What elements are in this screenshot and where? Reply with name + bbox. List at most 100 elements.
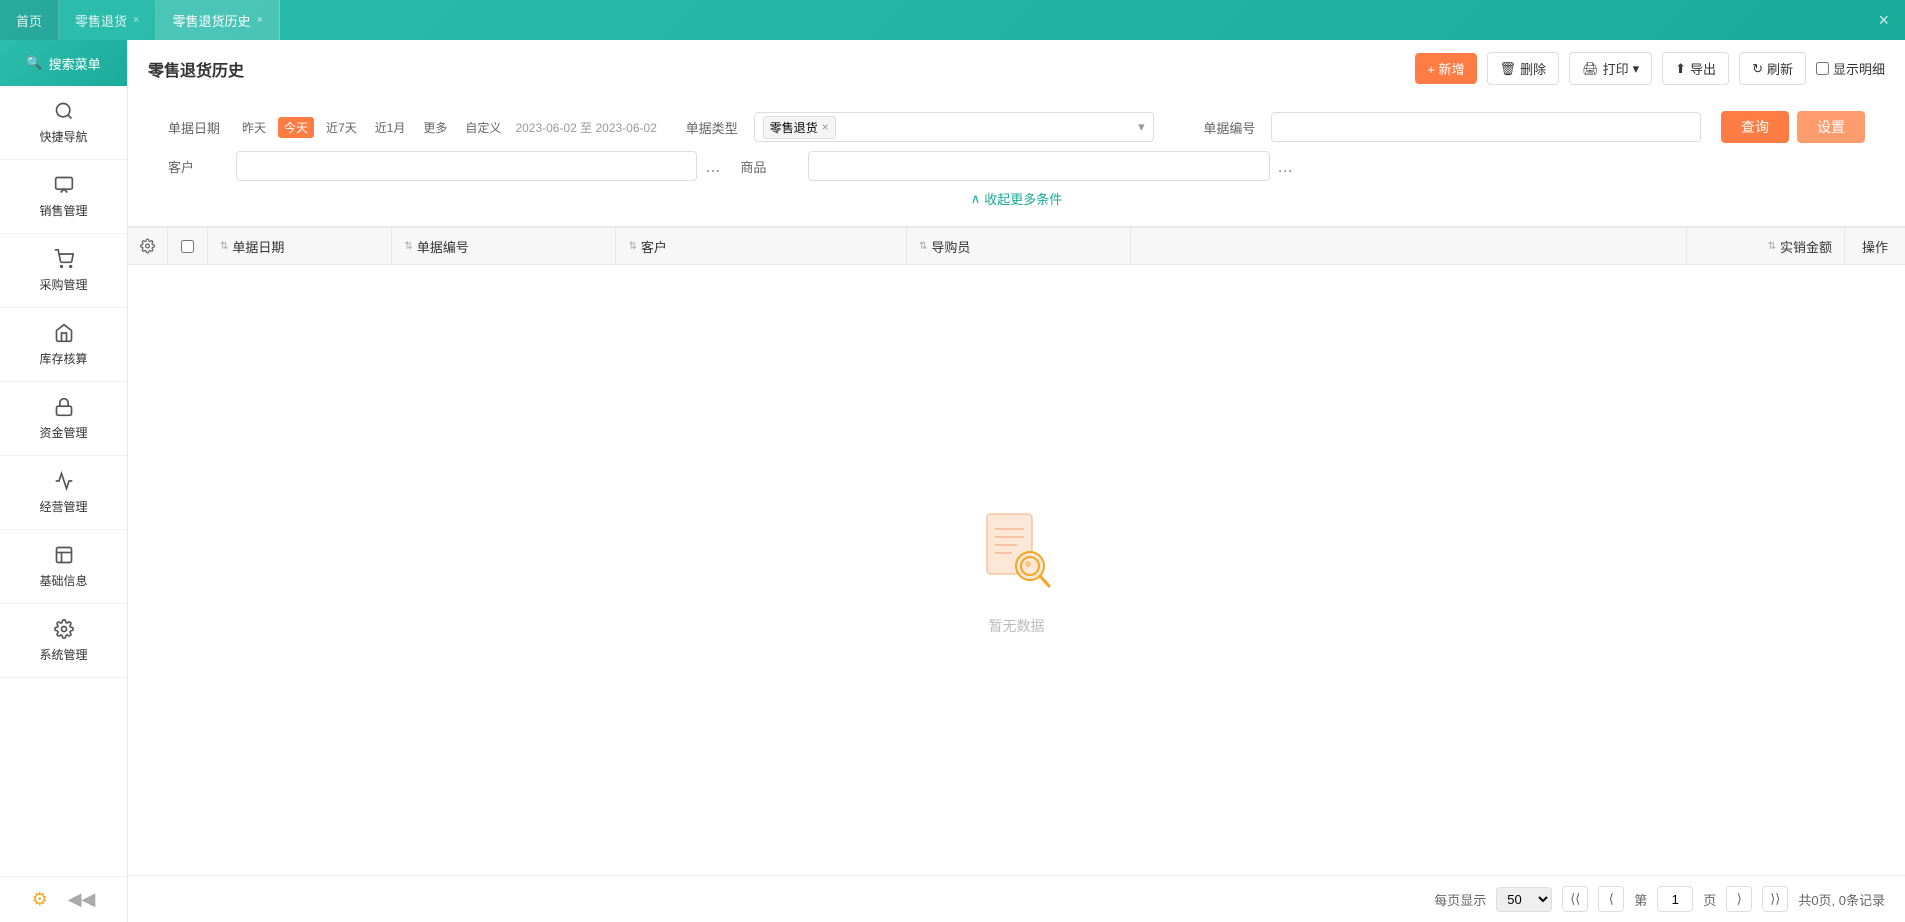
date-btn-1month[interactable]: 近1月 bbox=[369, 117, 412, 138]
tab-retail-return[interactable]: 零售退货 × bbox=[59, 0, 156, 40]
audio-bottom-icon[interactable]: ◀◀ bbox=[68, 889, 96, 910]
print-dropdown-icon: ▾ bbox=[1633, 61, 1640, 77]
sort-amount-icon: ⇅ bbox=[1768, 241, 1776, 252]
sidebar-item-sales-label: 销售管理 bbox=[39, 202, 87, 219]
customer-ellipsis-btn[interactable]: ... bbox=[705, 156, 720, 177]
sidebar-item-purchase[interactable]: 采购管理 bbox=[0, 234, 127, 308]
tab-retail-return-history-close[interactable]: × bbox=[256, 14, 262, 26]
sidebar-bottom: ⚙ ◀◀ bbox=[0, 876, 127, 922]
th-amount[interactable]: ⇅ 实销金额 bbox=[1687, 228, 1845, 264]
query-button[interactable]: 查询 bbox=[1721, 111, 1789, 143]
collapse-filter-button[interactable]: ∧ 收起更多条件 bbox=[148, 185, 1885, 216]
date-filter-label: 单据日期 bbox=[168, 118, 228, 137]
date-range-display: 2023-06-02 至 2023-06-02 bbox=[515, 119, 656, 136]
sidebar-item-system[interactable]: 系统管理 bbox=[0, 604, 127, 678]
tab-retail-return-close[interactable]: × bbox=[133, 14, 139, 26]
filter-no-item: 单据编号 bbox=[1203, 112, 1701, 142]
toolbar: + 新增 🗑 删除 🖨 打印 ▾ ⬆ 导出 ↻ bbox=[1415, 52, 1885, 85]
th-check[interactable] bbox=[168, 228, 208, 264]
total-info: 共0页, 0条记录 bbox=[1798, 890, 1885, 909]
operations-icon bbox=[53, 470, 75, 492]
date-btn-more[interactable]: 更多 bbox=[417, 117, 453, 138]
page-word2: 页 bbox=[1703, 890, 1716, 909]
no-filter-label: 单据编号 bbox=[1203, 118, 1263, 137]
main-layout: 🔍 搜索菜单 快捷导航 销售管理 采购管理 库存核算 bbox=[0, 40, 1905, 922]
sidebar-item-base-info-label: 基础信息 bbox=[39, 572, 87, 589]
th-guide[interactable]: ⇅ 导购员 bbox=[907, 228, 1131, 264]
page-size-label: 每页显示 bbox=[1434, 890, 1486, 909]
sidebar-item-sales[interactable]: 销售管理 bbox=[0, 160, 127, 234]
tab-retail-return-history-label: 零售退货历史 bbox=[172, 11, 250, 30]
empty-text: 暂无数据 bbox=[989, 616, 1045, 636]
top-bar: 首页 零售退货 × 零售退货历史 × × bbox=[0, 0, 1905, 40]
search-icon: 🔍 bbox=[26, 55, 42, 71]
print-button[interactable]: 🖨 打印 ▾ bbox=[1569, 52, 1652, 85]
sidebar-item-system-label: 系统管理 bbox=[39, 646, 87, 663]
settings-bottom-icon[interactable]: ⚙ bbox=[32, 889, 48, 910]
type-tag-close[interactable]: × bbox=[822, 120, 829, 134]
page-title: 零售退货历史 bbox=[148, 57, 244, 81]
page-last-button[interactable]: ⟩⟩ bbox=[1762, 886, 1788, 912]
sort-guide-icon: ⇅ bbox=[919, 241, 927, 252]
th-customer[interactable]: ⇅ 客户 bbox=[616, 228, 907, 264]
filter-row-2: 客户 ... 商品 ... bbox=[148, 147, 1885, 185]
tab-retail-return-history[interactable]: 零售退货历史 × bbox=[156, 0, 279, 40]
sidebar-item-base-info[interactable]: 基础信息 bbox=[0, 530, 127, 604]
sidebar-item-quick-nav[interactable]: 快捷导航 bbox=[0, 86, 127, 160]
window-close-button[interactable]: × bbox=[1878, 10, 1889, 31]
no-filter-input[interactable] bbox=[1271, 112, 1701, 142]
table-container: ⇅ 单据日期 ⇅ 单据编号 ⇅ 客户 ⇅ 导购员 ⇅ 实销 bbox=[128, 227, 1905, 922]
page-number-input[interactable] bbox=[1657, 886, 1693, 912]
th-settings[interactable] bbox=[128, 228, 168, 264]
filter-row-1: 单据日期 昨天 今天 近7天 近1月 更多 自定义 2023-06-02 至 2… bbox=[148, 107, 1885, 147]
th-date[interactable]: ⇅ 单据日期 bbox=[208, 228, 392, 264]
empty-state: 暂无数据 bbox=[128, 265, 1905, 875]
customer-filter-label: 客户 bbox=[168, 157, 228, 176]
export-icon: ⬆ bbox=[1675, 61, 1686, 77]
page-title-row: 零售退货历史 + 新增 🗑 删除 🖨 打印 ▾ ⬆ 导出 bbox=[148, 52, 1885, 85]
sidebar-item-finance-label: 资金管理 bbox=[39, 424, 87, 441]
export-button[interactable]: ⬆ 导出 bbox=[1662, 52, 1729, 85]
type-filter-label: 单据类型 bbox=[686, 118, 746, 137]
sort-customer-icon: ⇅ bbox=[628, 241, 636, 252]
date-btn-7days[interactable]: 近7天 bbox=[320, 117, 363, 138]
sidebar-search[interactable]: 🔍 搜索菜单 bbox=[0, 40, 127, 86]
page-prev-button[interactable]: ⟨ bbox=[1598, 886, 1624, 912]
show-detail-checkbox[interactable] bbox=[1816, 62, 1829, 75]
goods-filter-input[interactable] bbox=[808, 151, 1269, 181]
delete-button[interactable]: 🗑 删除 bbox=[1487, 52, 1560, 85]
customer-filter-input[interactable] bbox=[236, 151, 697, 181]
sales-icon bbox=[53, 174, 75, 196]
select-all-checkbox[interactable] bbox=[181, 240, 194, 253]
setting-button[interactable]: 设置 bbox=[1797, 111, 1865, 143]
inventory-icon bbox=[53, 322, 75, 344]
new-button[interactable]: + 新增 bbox=[1415, 53, 1476, 84]
date-btn-custom[interactable]: 自定义 bbox=[459, 117, 507, 138]
filter-area: 单据日期 昨天 今天 近7天 近1月 更多 自定义 2023-06-02 至 2… bbox=[148, 97, 1885, 226]
filter-date-item: 单据日期 昨天 今天 近7天 近1月 更多 自定义 2023-06-02 至 2… bbox=[168, 117, 666, 138]
table-header: ⇅ 单据日期 ⇅ 单据编号 ⇅ 客户 ⇅ 导购员 ⇅ 实销 bbox=[128, 227, 1905, 265]
sidebar-item-operations[interactable]: 经营管理 bbox=[0, 456, 127, 530]
refresh-button[interactable]: ↻ 刷新 bbox=[1739, 52, 1806, 85]
sidebar-search-label: 搜索菜单 bbox=[49, 54, 101, 73]
sort-date-icon: ⇅ bbox=[220, 241, 228, 252]
type-select-dropdown-icon: ▾ bbox=[1138, 119, 1145, 135]
th-action: 操作 bbox=[1845, 228, 1905, 264]
type-tag-label: 零售退货 bbox=[770, 119, 818, 136]
th-no[interactable]: ⇅ 单据编号 bbox=[392, 228, 616, 264]
sidebar-item-finance[interactable]: 资金管理 bbox=[0, 382, 127, 456]
page-next-button[interactable]: ⟩ bbox=[1726, 886, 1752, 912]
date-btn-today[interactable]: 今天 bbox=[278, 117, 314, 138]
date-btn-yesterday[interactable]: 昨天 bbox=[236, 117, 272, 138]
page-first-button[interactable]: ⟨⟨ bbox=[1562, 886, 1588, 912]
page-header: 零售退货历史 + 新增 🗑 删除 🖨 打印 ▾ ⬆ 导出 bbox=[128, 40, 1905, 227]
collapse-label: 收起更多条件 bbox=[984, 189, 1062, 208]
sidebar-item-quick-nav-label: 快捷导航 bbox=[39, 128, 87, 145]
type-filter-select[interactable]: 零售退货 × ▾ bbox=[754, 112, 1154, 142]
th-spacer bbox=[1131, 228, 1687, 264]
tab-home[interactable]: 首页 bbox=[0, 0, 59, 40]
page-size-select[interactable]: 50 10 20 100 bbox=[1496, 887, 1552, 912]
sidebar-item-inventory[interactable]: 库存核算 bbox=[0, 308, 127, 382]
sidebar-item-operations-label: 经营管理 bbox=[39, 498, 87, 515]
goods-ellipsis-btn[interactable]: ... bbox=[1278, 156, 1293, 177]
